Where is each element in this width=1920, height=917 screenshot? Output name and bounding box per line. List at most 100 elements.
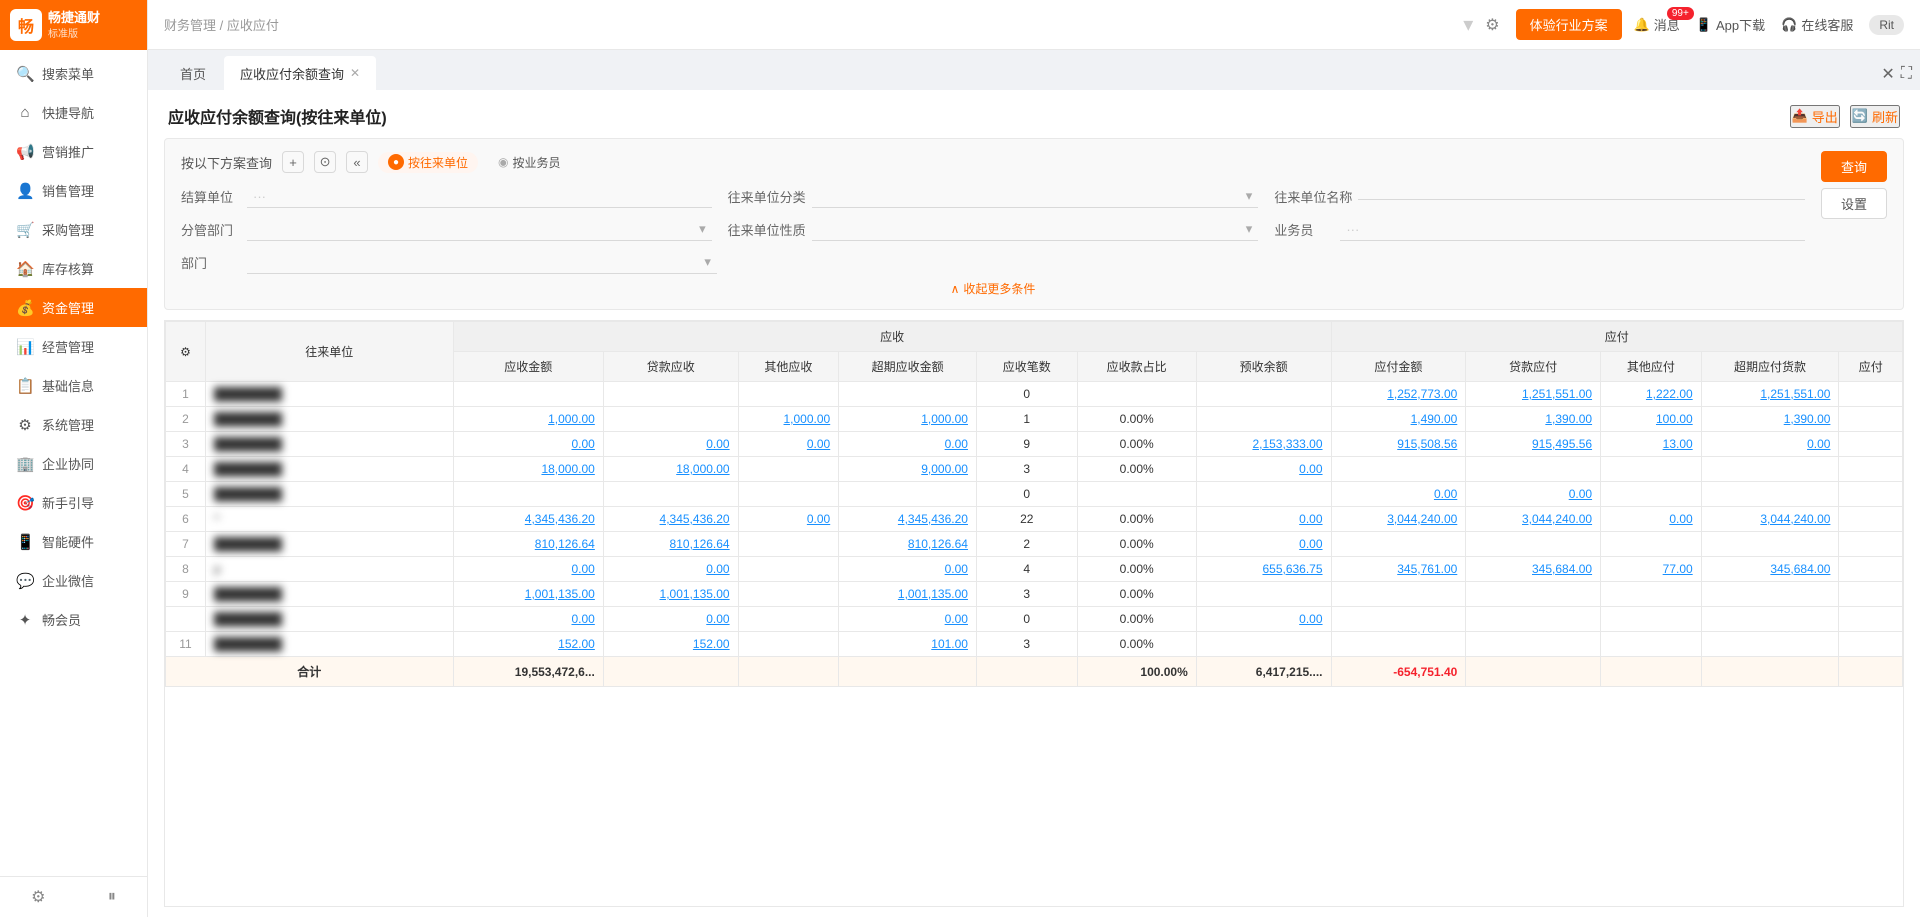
row-loan-receivable[interactable]: 0.00 (603, 432, 738, 457)
sidebar-item-wechat[interactable]: 💬 企业微信 (0, 561, 147, 600)
table-cell-link[interactable]: 0.00 (945, 437, 968, 451)
row-payable-amount[interactable]: 915,508.56 (1331, 432, 1466, 457)
breadcrumb-dropdown-icon[interactable]: ▾ (1463, 12, 1473, 37)
row-loan-payable[interactable]: 915,495.56 (1466, 432, 1601, 457)
sidebar-item-corp[interactable]: 🏢 企业协同 (0, 444, 147, 483)
row-advance-balance[interactable]: 0.00 (1196, 532, 1331, 557)
table-cell-link[interactable]: 0.00 (807, 437, 830, 451)
app-download-button[interactable]: 📱 App下载 (1696, 15, 1765, 34)
table-cell-link[interactable]: 345,684.00 (1770, 562, 1830, 576)
dept-select[interactable]: ▾ (247, 251, 717, 274)
row-loan-receivable[interactable]: 1,001,135.00 (603, 582, 738, 607)
table-cell-link[interactable]: 1,490.00 (1411, 412, 1458, 426)
row-overdue-receivable[interactable]: 101.00 (839, 632, 977, 657)
table-cell-link[interactable]: 3,044,240.00 (1522, 512, 1592, 526)
row-other-payable[interactable]: 77.00 (1601, 557, 1702, 582)
row-loan-payable[interactable]: 1,251,551.00 (1466, 382, 1601, 407)
sidebar-item-basic[interactable]: 📋 基础信息 (0, 366, 147, 405)
partner-name-input[interactable] (1358, 193, 1805, 200)
row-advance-balance[interactable]: 655,636.75 (1196, 557, 1331, 582)
row-loan-receivable[interactable]: 18,000.00 (603, 457, 738, 482)
table-cell-link[interactable]: 1,251,551.00 (1522, 387, 1592, 401)
row-other-payable[interactable]: 0.00 (1601, 507, 1702, 532)
row-loan-payable[interactable]: 0.00 (1466, 482, 1601, 507)
close-window-icon[interactable]: ✕ (1881, 64, 1894, 84)
table-cell-link[interactable]: 0.00 (945, 562, 968, 576)
sidebar-item-operation[interactable]: 📊 经营管理 (0, 327, 147, 366)
row-other-payable[interactable]: 100.00 (1601, 407, 1702, 432)
query-button[interactable]: 查询 (1821, 151, 1887, 182)
row-receivable-amount[interactable]: 0.00 (453, 607, 603, 632)
table-cell-link[interactable]: 0.00 (571, 612, 594, 626)
tab-query[interactable]: 应收应付余额查询 ✕ (224, 56, 376, 90)
row-overdue-payable[interactable]: 1,251,551.00 (1701, 382, 1839, 407)
table-cell-link[interactable]: 0.00 (1299, 512, 1322, 526)
sidebar-item-hardware[interactable]: 📱 智能硬件 (0, 522, 147, 561)
table-cell-link[interactable]: 1,000.00 (784, 412, 831, 426)
row-receivable-amount[interactable]: 810,126.64 (453, 532, 603, 557)
table-cell-link[interactable]: 13.00 (1663, 437, 1693, 451)
row-overdue-receivable[interactable]: 0.00 (839, 557, 977, 582)
row-overdue-receivable[interactable]: 1,001,135.00 (839, 582, 977, 607)
table-cell-link[interactable]: 77.00 (1663, 562, 1693, 576)
row-overdue-receivable[interactable]: 9,000.00 (839, 457, 977, 482)
row-loan-payable[interactable]: 3,044,240.00 (1466, 507, 1601, 532)
row-receivable-amount[interactable]: 4,345,436.20 (453, 507, 603, 532)
filter-settings-button[interactable]: ⊙ (314, 151, 336, 173)
tab-home[interactable]: 首页 (164, 56, 222, 90)
row-other-receivable[interactable]: 0.00 (738, 507, 839, 532)
collapse-sidebar-icon[interactable]: ⏸ (108, 888, 116, 906)
row-overdue-receivable[interactable]: 1,000.00 (839, 407, 977, 432)
table-cell-link[interactable]: 345,684.00 (1532, 562, 1592, 576)
sidebar-item-quick[interactable]: ⌂ 快捷导航 (0, 93, 147, 132)
row-other-payable[interactable]: 1,222.00 (1601, 382, 1702, 407)
row-receivable-amount[interactable]: 152.00 (453, 632, 603, 657)
add-filter-button[interactable]: + (282, 151, 304, 173)
row-loan-receivable[interactable]: 0.00 (603, 557, 738, 582)
row-advance-balance[interactable]: 0.00 (1196, 607, 1331, 632)
table-cell-link[interactable]: 1,000.00 (921, 412, 968, 426)
export-button[interactable]: 📤 导出 (1790, 105, 1840, 128)
row-receivable-amount[interactable]: 0.00 (453, 557, 603, 582)
row-payable-amount[interactable]: 0.00 (1331, 482, 1466, 507)
table-cell-link[interactable]: 1,001,135.00 (525, 587, 595, 601)
table-cell-link[interactable]: 345,761.00 (1397, 562, 1457, 576)
table-cell-link[interactable]: 0.00 (1299, 612, 1322, 626)
table-cell-link[interactable]: 0.00 (1807, 437, 1830, 451)
row-payable-amount[interactable]: 1,252,773.00 (1331, 382, 1466, 407)
salesperson-input[interactable]: ··· (1340, 219, 1805, 241)
table-cell-link[interactable]: 101.00 (931, 637, 968, 651)
view-by-salesperson[interactable]: ◉ 按业务员 (488, 152, 571, 173)
row-advance-balance[interactable]: 0.00 (1196, 507, 1331, 532)
sidebar-item-purchase[interactable]: 🛒 采购管理 (0, 210, 147, 249)
table-cell-link[interactable]: 0.00 (706, 437, 729, 451)
table-cell-link[interactable]: 0.00 (571, 562, 594, 576)
row-loan-payable[interactable]: 345,684.00 (1466, 557, 1601, 582)
table-cell-link[interactable]: 0.00 (807, 512, 830, 526)
table-cell-link[interactable]: 810,126.64 (535, 537, 595, 551)
row-loan-receivable[interactable]: 152.00 (603, 632, 738, 657)
filter-collapse-button[interactable]: « (346, 151, 368, 173)
table-cell-link[interactable]: 1,001,135.00 (898, 587, 968, 601)
sidebar-item-search[interactable]: 🔍 搜索菜单 (0, 54, 147, 93)
table-cell-link[interactable]: 0.00 (1569, 487, 1592, 501)
table-cell-link[interactable]: 0.00 (706, 562, 729, 576)
row-overdue-payable[interactable]: 345,684.00 (1701, 557, 1839, 582)
row-loan-receivable[interactable]: 4,345,436.20 (603, 507, 738, 532)
table-cell-link[interactable]: 915,508.56 (1397, 437, 1457, 451)
table-cell-link[interactable]: 4,345,436.20 (525, 512, 595, 526)
collapse-button[interactable]: ∧ 收起更多条件 (181, 274, 1805, 297)
row-payable-amount[interactable]: 1,490.00 (1331, 407, 1466, 432)
sidebar-item-sales[interactable]: 👤 销售管理 (0, 171, 147, 210)
row-overdue-payable[interactable]: 1,390.00 (1701, 407, 1839, 432)
sidebar-item-marketing[interactable]: 📢 营销推广 (0, 132, 147, 171)
table-cell-link[interactable]: 0.00 (706, 612, 729, 626)
partner-nature-select[interactable]: ▾ (812, 218, 1259, 241)
table-cell-link[interactable]: 810,126.64 (670, 537, 730, 551)
sidebar-item-guide[interactable]: 🎯 新手引导 (0, 483, 147, 522)
row-receivable-amount[interactable]: 1,001,135.00 (453, 582, 603, 607)
solution-button[interactable]: 体验行业方案 (1516, 9, 1622, 40)
table-cell-link[interactable]: 1,252,773.00 (1387, 387, 1457, 401)
partner-category-select[interactable]: ▾ (812, 185, 1259, 208)
sidebar-item-member[interactable]: ✦ 畅会员 (0, 600, 147, 639)
